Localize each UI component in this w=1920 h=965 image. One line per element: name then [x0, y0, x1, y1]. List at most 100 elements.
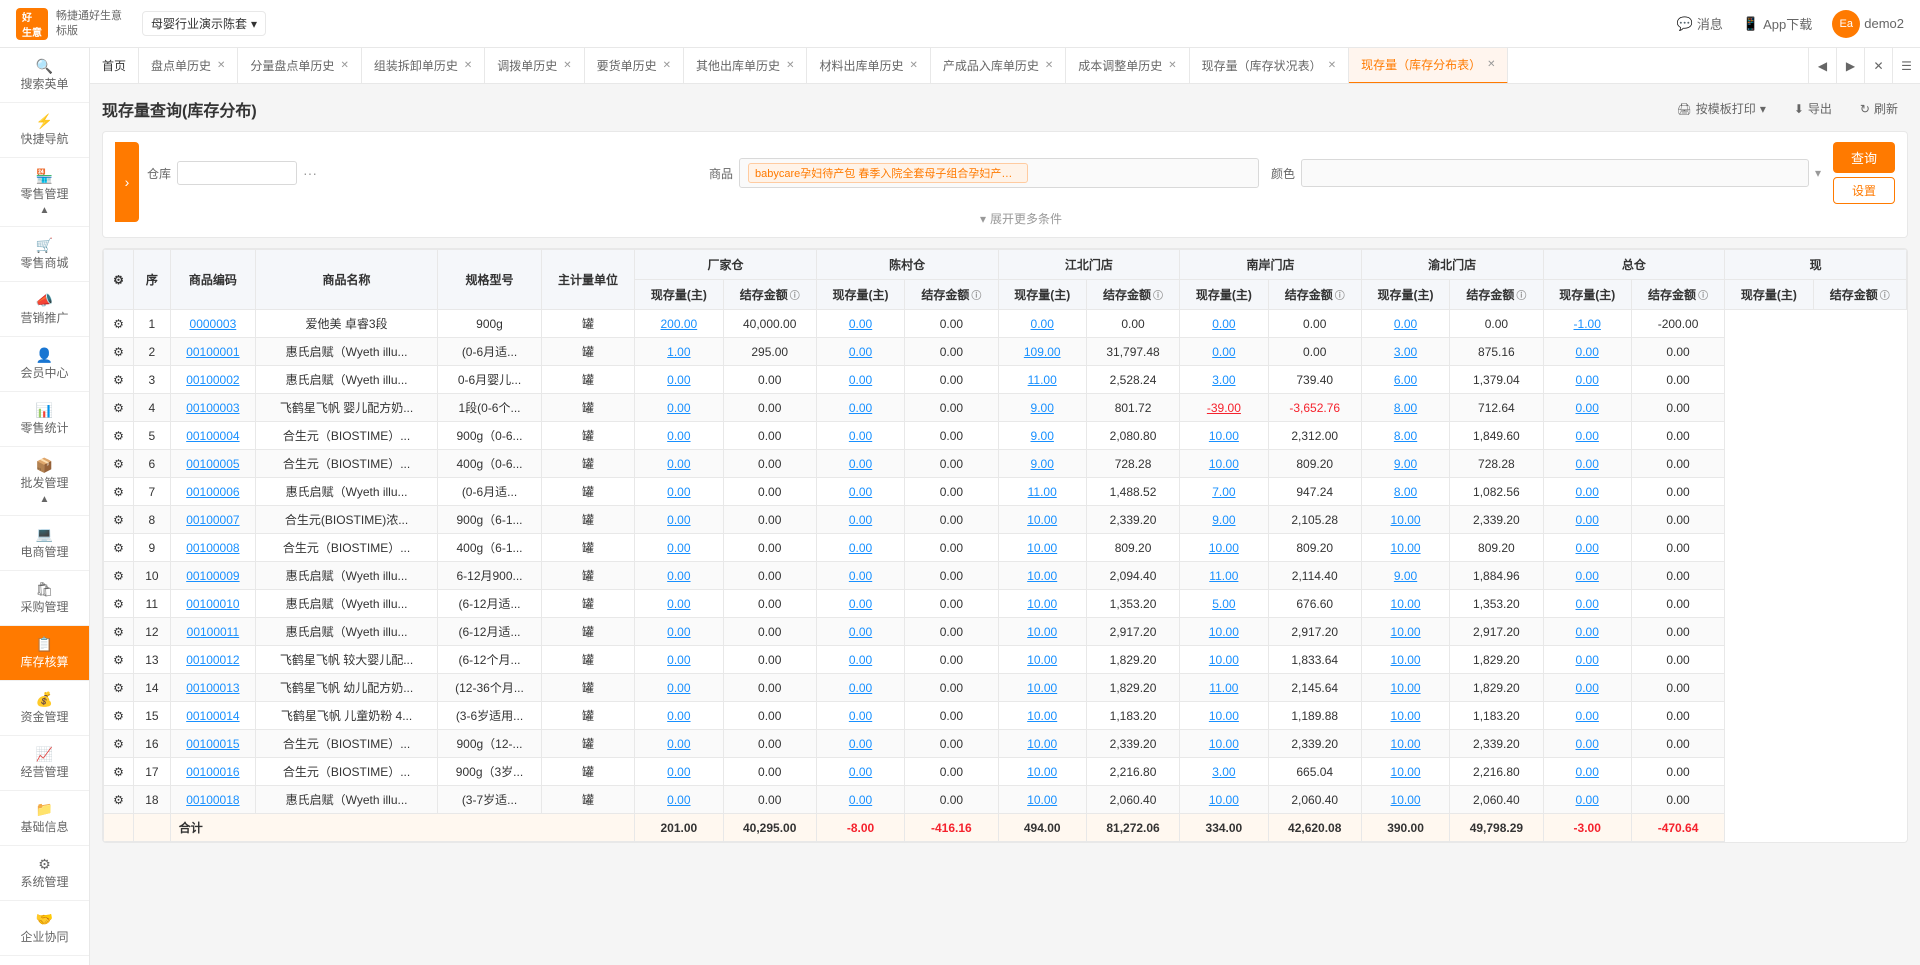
qty-link-15-3[interactable]: 10.00: [1209, 737, 1239, 751]
sidebar-item-marketing[interactable]: 📣营销推广: [0, 282, 89, 337]
qty-link-9-0[interactable]: 0.00: [667, 569, 690, 583]
qty-link-3-2[interactable]: 9.00: [1031, 401, 1054, 415]
qty-link-13-4[interactable]: 10.00: [1391, 681, 1421, 695]
cell-settings-4[interactable]: ⚙: [104, 422, 134, 450]
sidebar-item-basic[interactable]: 📁基础信息: [0, 791, 89, 846]
tab-close-clcks[interactable]: ✕: [909, 60, 917, 71]
cell-settings-13[interactable]: ⚙: [104, 674, 134, 702]
tab-ccrkds[interactable]: 产成品入库单历史✕: [931, 48, 1066, 84]
qty-link-16-3[interactable]: 3.00: [1212, 765, 1235, 779]
qty-link-16-4[interactable]: 10.00: [1391, 765, 1421, 779]
sidebar-item-inventory[interactable]: 📋库存核算: [0, 626, 89, 681]
qty-link-17-4[interactable]: 10.00: [1391, 793, 1421, 807]
qty-link-0-4[interactable]: 0.00: [1394, 317, 1417, 331]
sidebar-item-newguide[interactable]: 🎯新手引导: [0, 956, 89, 965]
message-btn[interactable]: 💬 消息: [1677, 14, 1723, 33]
code-link-0[interactable]: 0000003: [190, 317, 237, 331]
qty-link-14-0[interactable]: 0.00: [667, 709, 690, 723]
cell-settings-7[interactable]: ⚙: [104, 506, 134, 534]
qty-link-14-2[interactable]: 10.00: [1027, 709, 1057, 723]
qty-link-11-1[interactable]: 0.00: [849, 625, 872, 639]
qty-link-3-4[interactable]: 8.00: [1394, 401, 1417, 415]
tab-close-yhds[interactable]: ✕: [663, 60, 671, 71]
print-btn[interactable]: 🖨 按模板打印 ▾: [1667, 96, 1776, 121]
qty-link-16-0[interactable]: 0.00: [667, 765, 690, 779]
sidebar-item-retail_stat[interactable]: 📊零售统计: [0, 392, 89, 447]
code-link-2[interactable]: 00100002: [186, 373, 239, 387]
tab-close-all-btn[interactable]: ✕: [1864, 48, 1892, 84]
qty-link-7-0[interactable]: 0.00: [667, 513, 690, 527]
qty-link-10-1[interactable]: 0.00: [849, 597, 872, 611]
qty-link-13-3[interactable]: 11.00: [1209, 681, 1238, 695]
qty-link-9-3[interactable]: 11.00: [1209, 569, 1238, 583]
code-link-10[interactable]: 00100010: [186, 597, 239, 611]
sidebar-item-operations[interactable]: 📈经营管理: [0, 736, 89, 791]
tab-close-zcczds[interactable]: ✕: [464, 60, 472, 71]
qty-link-12-0[interactable]: 0.00: [667, 653, 690, 667]
sidebar-item-system[interactable]: ⚙系统管理: [0, 846, 89, 901]
sidebar-item-member[interactable]: 👤会员中心: [0, 337, 89, 392]
qty-link-5-1[interactable]: 0.00: [849, 457, 872, 471]
goods-input[interactable]: babycare孕妇待产包 春季入院全套母子组合孕妇产后冬季月子用品 22件套 …: [739, 158, 1259, 188]
qty-link-13-0[interactable]: 0.00: [667, 681, 690, 695]
sidebar-item-enterprise[interactable]: 🤝企业协同: [0, 901, 89, 956]
cell-settings-2[interactable]: ⚙: [104, 366, 134, 394]
qty-link-8-1[interactable]: 0.00: [849, 541, 872, 555]
qty-link-15-5[interactable]: 0.00: [1576, 737, 1599, 751]
qty-link-1-1[interactable]: 0.00: [849, 345, 872, 359]
qty-link-10-2[interactable]: 10.00: [1027, 597, 1057, 611]
qty-link-1-5[interactable]: 0.00: [1576, 345, 1599, 359]
refresh-btn[interactable]: ↻ 刷新: [1850, 96, 1908, 121]
qty-link-15-0[interactable]: 0.00: [667, 737, 690, 751]
qty-link-3-1[interactable]: 0.00: [849, 401, 872, 415]
qty-link-9-1[interactable]: 0.00: [849, 569, 872, 583]
qty-link-4-4[interactable]: 8.00: [1394, 429, 1417, 443]
qty-link-15-4[interactable]: 10.00: [1391, 737, 1421, 751]
tab-clcks[interactable]: 材料出库单历史✕: [807, 48, 930, 84]
qty-link-11-2[interactable]: 10.00: [1027, 625, 1057, 639]
tab-xczl[interactable]: 现存量（库存状况表）✕: [1190, 48, 1349, 84]
qty-link-6-5[interactable]: 0.00: [1576, 485, 1599, 499]
qty-link-2-3[interactable]: 3.00: [1212, 373, 1235, 387]
cell-settings-16[interactable]: ⚙: [104, 758, 134, 786]
warehouse-more-btn[interactable]: ···: [303, 165, 317, 181]
qty-link-5-2[interactable]: 9.00: [1031, 457, 1054, 471]
qty-link-14-1[interactable]: 0.00: [849, 709, 872, 723]
qty-link-8-5[interactable]: 0.00: [1576, 541, 1599, 555]
qty-link-6-1[interactable]: 0.00: [849, 485, 872, 499]
tab-cbtzds[interactable]: 成本调整单历史✕: [1066, 48, 1189, 84]
qty-link-12-1[interactable]: 0.00: [849, 653, 872, 667]
qty-link-17-1[interactable]: 0.00: [849, 793, 872, 807]
cell-settings-12[interactable]: ⚙: [104, 646, 134, 674]
qty-link-7-4[interactable]: 10.00: [1391, 513, 1421, 527]
qty-link-5-5[interactable]: 0.00: [1576, 457, 1599, 471]
tab-menu-btn[interactable]: ☰: [1892, 48, 1920, 84]
qty-link-1-2[interactable]: 109.00: [1024, 345, 1061, 359]
tab-home[interactable]: 首页: [90, 48, 139, 84]
qty-link-4-3[interactable]: 10.00: [1209, 429, 1239, 443]
qty-link-12-5[interactable]: 0.00: [1576, 653, 1599, 667]
tab-yhds[interactable]: 要货单历史✕: [585, 48, 684, 84]
qty-link-10-3[interactable]: 5.00: [1212, 597, 1235, 611]
qty-link-0-5[interactable]: -1.00: [1574, 317, 1601, 331]
export-btn[interactable]: ⬇ 导出: [1784, 96, 1842, 121]
sidebar-item-quick[interactable]: ⚡快捷导航: [0, 103, 89, 158]
code-link-4[interactable]: 00100004: [186, 429, 239, 443]
qty-link-14-3[interactable]: 10.00: [1209, 709, 1239, 723]
qty-link-15-1[interactable]: 0.00: [849, 737, 872, 751]
qty-link-13-2[interactable]: 10.00: [1027, 681, 1057, 695]
qty-link-9-4[interactable]: 9.00: [1394, 569, 1417, 583]
qty-link-3-3[interactable]: -39.00: [1207, 401, 1241, 415]
code-link-16[interactable]: 00100016: [186, 765, 239, 779]
qty-link-0-1[interactable]: 0.00: [849, 317, 872, 331]
qty-link-7-1[interactable]: 0.00: [849, 513, 872, 527]
sidebar-item-purchase[interactable]: 🛍采购管理: [0, 571, 89, 626]
tab-next-btn[interactable]: ▶: [1836, 48, 1864, 84]
tab-close-dbds[interactable]: ✕: [563, 60, 571, 71]
qty-link-2-5[interactable]: 0.00: [1576, 373, 1599, 387]
qty-link-1-4[interactable]: 3.00: [1394, 345, 1417, 359]
sidebar-item-finance[interactable]: 💰资金管理: [0, 681, 89, 736]
qty-link-5-3[interactable]: 10.00: [1209, 457, 1239, 471]
qty-link-8-2[interactable]: 10.00: [1027, 541, 1057, 555]
cell-settings-1[interactable]: ⚙: [104, 338, 134, 366]
